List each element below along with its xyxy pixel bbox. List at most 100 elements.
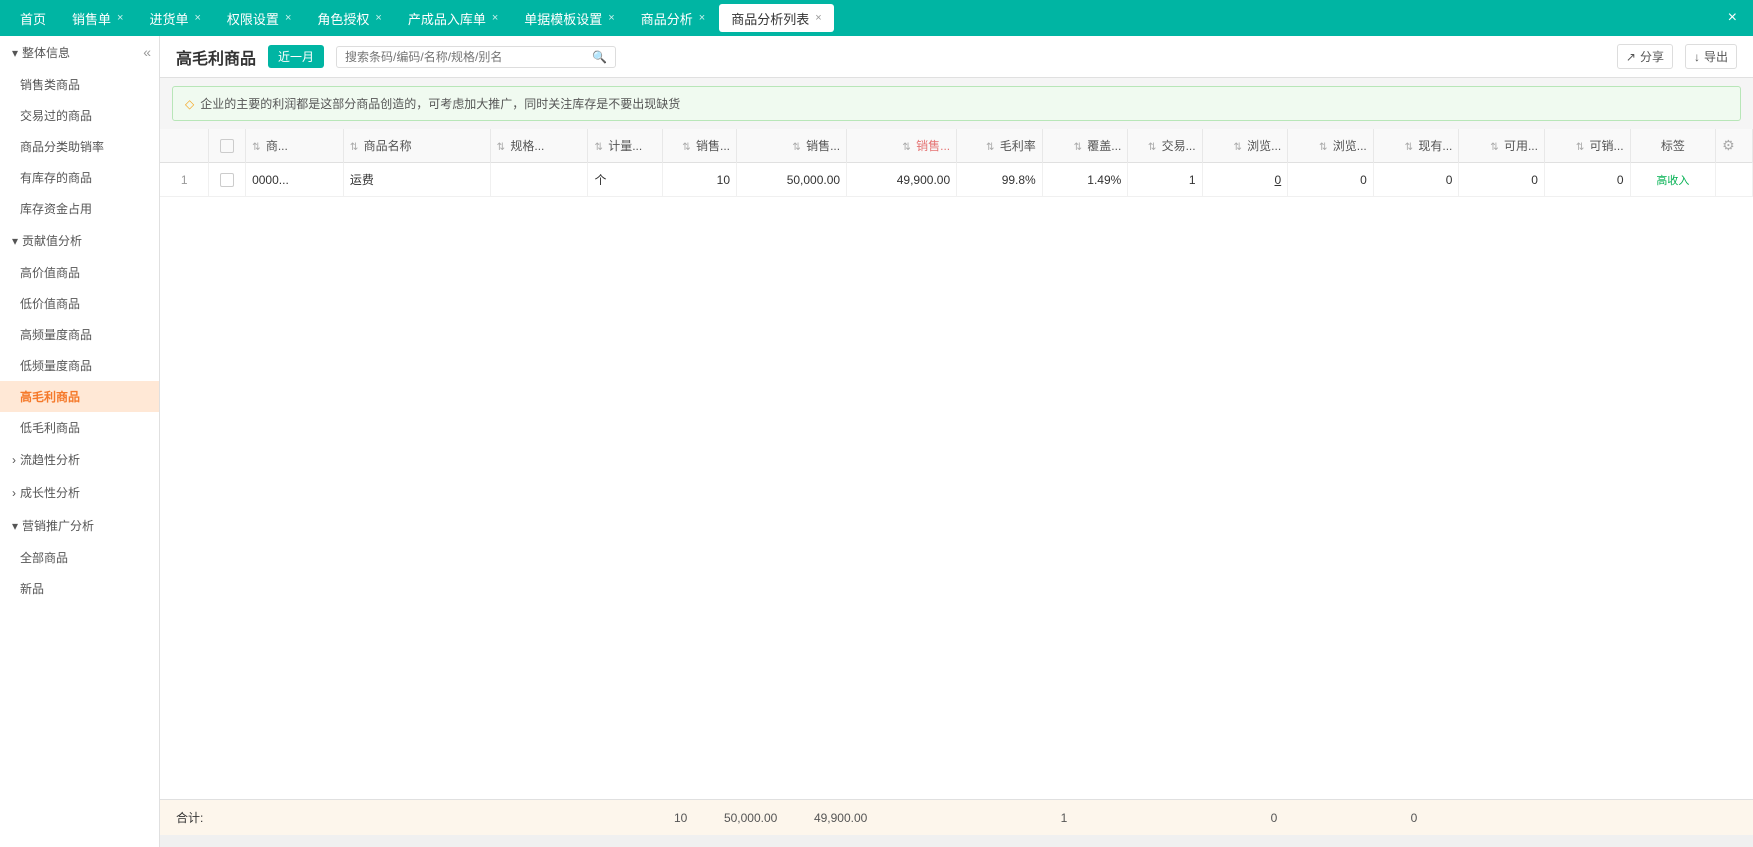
th-trade[interactable]: 交易... [1128,129,1202,163]
sidebar-item-in-stock-label: 有库存的商品 [20,171,92,185]
sidebar-group-overall-label: 整体信息 [22,44,70,61]
header-actions: ↗ 分享 ↓ 导出 [1617,44,1737,69]
th-unit[interactable]: 计量... [588,129,662,163]
nav-sales-close[interactable]: × [117,12,123,24]
share-button[interactable]: ↗ 分享 [1617,44,1673,69]
nav-analysis-list-label: 商品分析列表 [731,9,809,28]
header-checkbox[interactable] [220,139,234,153]
nav-home-label: 首页 [20,9,46,28]
sidebar-item-in-stock[interactable]: 有库存的商品 [0,162,159,193]
info-icon: ◇ [185,97,194,111]
td-code: 0000... [246,163,344,197]
footer-values: 10 50,000.00 49,900.00 1 0 0 [223,811,1737,825]
sidebar-group-contribution-label: 贡献值分析 [22,232,82,249]
td-sales-cost: 49,900.00 [847,163,957,197]
horizontal-scrollbar[interactable] [160,835,1753,847]
footer-total-label: 合计: [176,809,203,826]
th-sales-cost[interactable]: 销售... [847,129,957,163]
browse1-link[interactable]: 0 [1275,173,1282,187]
sidebar-group-overall[interactable]: ▾ 整体信息 [0,36,159,69]
sidebar-item-new-goods[interactable]: 新品 [0,573,159,604]
th-gross[interactable]: 毛利率 [957,129,1043,163]
sidebar-item-high-margin[interactable]: 高毛利商品 [0,381,159,412]
th-stock2[interactable]: 可用... [1459,129,1545,163]
sidebar-collapse-button[interactable]: « [143,44,151,60]
export-button[interactable]: ↓ 导出 [1685,44,1737,69]
th-tag: 标签 [1630,129,1716,163]
nav-finished-goods-close[interactable]: × [492,12,498,24]
period-button[interactable]: 近一月 [268,45,324,68]
nav-product-analysis-label: 商品分析 [641,9,693,28]
sidebar-group-trend-label: 流趋性分析 [20,451,80,468]
main-layout: « ▾ 整体信息 销售类商品 交易过的商品 商品分类助销率 有库存的商品 库存资… [0,36,1753,847]
column-settings-icon[interactable]: ⚙ [1722,137,1735,153]
sidebar-item-high-freq[interactable]: 高频量度商品 [0,319,159,350]
nav-analysis-list-close[interactable]: × [815,12,821,24]
th-saleable[interactable]: 可销... [1544,129,1630,163]
window-close-button[interactable]: × [1720,9,1745,27]
sidebar-item-category-rate[interactable]: 商品分类助销率 [0,131,159,162]
th-browse1[interactable]: 浏览... [1202,129,1288,163]
nav-home[interactable]: 首页 [8,4,58,32]
sidebar-item-traded-goods[interactable]: 交易过的商品 [0,100,159,131]
nav-roles-label: 角色授权 [317,9,369,28]
th-name[interactable]: 商品名称 [343,129,490,163]
sidebar-group-trend[interactable]: › 流趋性分析 [0,443,159,476]
nav-roles-close[interactable]: × [375,12,381,24]
nav-roles[interactable]: 角色授权 × [305,4,393,32]
th-browse2[interactable]: 浏览... [1288,129,1374,163]
th-sales-qty[interactable]: 销售... [662,129,736,163]
th-code[interactable]: 商... [246,129,344,163]
nav-purchase[interactable]: 进货单 × [137,4,212,32]
nav-permissions[interactable]: 权限设置 × [215,4,303,32]
sidebar-group-marketing[interactable]: ▾ 营销推广分析 [0,509,159,542]
table-header-row: 商... 商品名称 规格... 计量... 销售... [160,129,1753,163]
td-browse2: 0 [1288,163,1374,197]
nav-finished-goods[interactable]: 产成品入库单 × [396,4,510,32]
td-sales-qty: 10 [662,163,736,197]
th-cover[interactable]: 覆盖... [1042,129,1128,163]
nav-product-analysis-close[interactable]: × [699,12,705,24]
export-label: 导出 [1704,48,1728,65]
th-spec[interactable]: 规格... [490,129,588,163]
td-check [209,163,246,197]
th-stock1[interactable]: 现有... [1373,129,1459,163]
nav-product-analysis[interactable]: 商品分析 × [629,4,717,32]
footer-stock1: 0 [1213,811,1283,825]
sidebar-group-contribution[interactable]: ▾ 贡献值分析 [0,224,159,257]
sidebar-item-low-margin[interactable]: 低毛利商品 [0,412,159,443]
table-container[interactable]: 商... 商品名称 规格... 计量... 销售... [160,129,1753,799]
sidebar-item-sales-goods-label: 销售类商品 [20,78,80,92]
sidebar-item-sales-goods[interactable]: 销售类商品 [0,69,159,100]
row-checkbox[interactable] [220,173,234,187]
sidebar-item-low-freq[interactable]: 低频量度商品 [0,350,159,381]
nav-template-settings-label: 单据模板设置 [524,9,602,28]
search-icon[interactable]: 🔍 [592,50,607,64]
th-sales-amt[interactable]: 销售... [737,129,847,163]
nav-finished-goods-label: 产成品入库单 [408,9,486,28]
sidebar-item-all-goods[interactable]: 全部商品 [0,542,159,573]
sidebar-group-growth[interactable]: › 成长性分析 [0,476,159,509]
sidebar-item-stock-capital[interactable]: 库存资金占用 [0,193,159,224]
data-table: 商... 商品名称 规格... 计量... 销售... [160,129,1753,197]
sidebar-group-growth-icon: › [12,486,16,500]
td-tag: 高收入 [1630,163,1716,197]
sidebar-item-stock-capital-label: 库存资金占用 [20,202,92,216]
tag-label: 高收入 [1656,175,1689,187]
td-browse1: 0 [1202,163,1288,197]
sidebar-item-high-value[interactable]: 高价值商品 [0,257,159,288]
sidebar-group-trend-icon: › [12,453,16,467]
nav-template-settings[interactable]: 单据模板设置 × [512,4,626,32]
nav-sales[interactable]: 销售单 × [60,4,135,32]
nav-template-settings-close[interactable]: × [608,12,614,24]
sidebar-item-new-goods-label: 新品 [20,582,44,596]
nav-permissions-close[interactable]: × [285,12,291,24]
page-title: 高毛利商品 [176,45,256,69]
td-gross: 99.8% [957,163,1043,197]
search-input[interactable] [345,50,588,64]
nav-analysis-list[interactable]: 商品分析列表 × [719,4,833,32]
sidebar-item-low-value[interactable]: 低价值商品 [0,288,159,319]
content-area: 高毛利商品 近一月 🔍 ↗ 分享 ↓ 导出 ◇ 企业的主要的利润都是这部分商品创… [160,36,1753,847]
info-bar: ◇ 企业的主要的利润都是这部分商品创造的，可考虑加大推广，同时关注库存是不要出现… [172,86,1741,121]
nav-purchase-close[interactable]: × [194,12,200,24]
